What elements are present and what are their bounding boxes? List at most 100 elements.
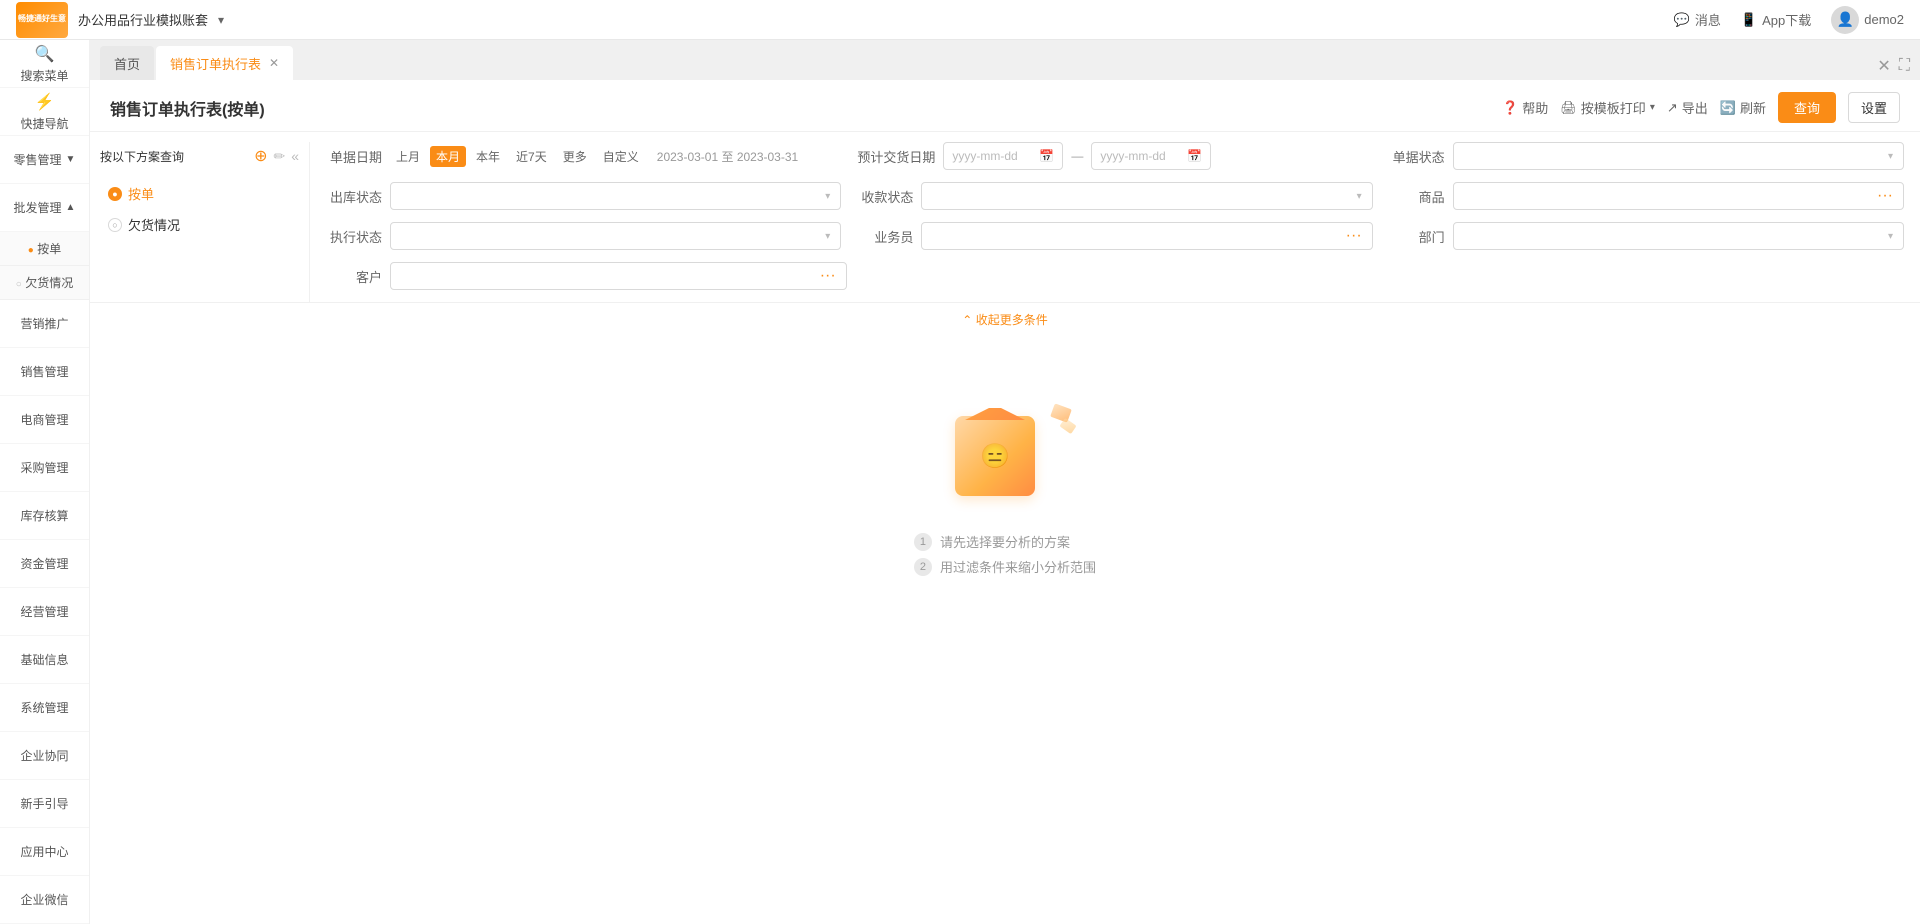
export-button[interactable]: ↗ 导出 xyxy=(1667,98,1708,117)
sidebar-item-enterprise[interactable]: 企业协同 xyxy=(0,732,89,780)
logo: 畅捷通好生意 xyxy=(16,2,68,38)
out-status-select[interactable]: ▾ xyxy=(390,182,841,210)
sidebar-item-purchase[interactable]: 采购管理 xyxy=(0,444,89,492)
expected-date-from-input[interactable]: yyyy-mm-dd 📅 xyxy=(943,142,1063,170)
tab-sales-exec[interactable]: 销售订单执行表 ✕ xyxy=(156,46,293,80)
sidebar-item-inventory[interactable]: 库存核算 xyxy=(0,492,89,540)
title-dropdown[interactable]: ▾ xyxy=(218,13,224,27)
sidebar-item-ecommerce[interactable]: 电商管理 xyxy=(0,396,89,444)
add-scheme-button[interactable]: ⊕ xyxy=(254,146,267,166)
search-icon: 🔍 xyxy=(35,44,55,64)
salesman-select[interactable]: ··· xyxy=(921,222,1372,250)
salesman-label: 业务员 xyxy=(857,227,913,246)
sidebar-item-wholesale[interactable]: 批发管理 ▲ xyxy=(0,184,89,232)
scheme-item-欠货情况[interactable]: ○ 欠货情况 xyxy=(100,209,299,240)
customer-select[interactable]: ··· xyxy=(390,262,847,290)
expected-date-to-input[interactable]: yyyy-mm-dd 📅 xyxy=(1091,142,1211,170)
help-icon: ❓ xyxy=(1502,100,1518,116)
preset-近7天[interactable]: 近7天 xyxy=(510,146,553,167)
window-close-icon[interactable]: ✕ xyxy=(1877,56,1890,76)
edit-scheme-button[interactable]: ✏ xyxy=(273,148,285,165)
customer-dots-icon[interactable]: ··· xyxy=(820,267,836,285)
sidebar-item-system[interactable]: 系统管理 xyxy=(0,684,89,732)
sidebar-item-basic[interactable]: 基础信息 xyxy=(0,636,89,684)
sidebar-sub-按单[interactable]: ● 按单 xyxy=(0,232,89,266)
recv-status-select[interactable]: ▾ xyxy=(921,182,1372,210)
recv-status-label: 收款状态 xyxy=(857,187,913,206)
refresh-button[interactable]: 🔄 刷新 xyxy=(1720,98,1766,117)
dept-select[interactable]: ▾ xyxy=(1453,222,1904,250)
tab-home[interactable]: 首页 xyxy=(100,46,154,80)
settings-button[interactable]: 设置 xyxy=(1848,92,1900,123)
content-area: 首页 销售订单执行表 ✕ ✕ ⛶ 销售订单执行表(按单) ❓ 帮助 xyxy=(90,40,1920,924)
date-label: 单据日期 xyxy=(326,147,382,166)
empty-state: 😑 1 请先选择要分析的方案 2 用过滤条件来缩小分析范围 xyxy=(90,336,1920,662)
sidebar-item-guide[interactable]: 新手引导 xyxy=(0,780,89,828)
preset-上月[interactable]: 上月 xyxy=(390,146,426,167)
expected-date-label: 预计交货日期 xyxy=(857,147,935,166)
date-filter: 上月 本月 本年 近7天 更多 自定义 2023-03-01 至 2023-03… xyxy=(390,146,798,167)
collapse-more-conditions[interactable]: ⌃ 收起更多条件 xyxy=(90,302,1920,336)
recv-status-arrow: ▾ xyxy=(1357,191,1362,202)
sidebar: 🔍 搜索菜单 ⚡ 快捷导航 零售管理 ▼ 批发管理 ▲ ● 按单 xyxy=(0,40,90,924)
exec-status-select[interactable]: ▾ xyxy=(390,222,841,250)
template-print-button[interactable]: 🖨 按模板打印 ▾ xyxy=(1560,98,1655,117)
filter-section: 按以下方案查询 ⊕ ✏ « ● 按单 ○ 欠货情况 xyxy=(90,132,1920,302)
chevron-up-icon: ▲ xyxy=(66,202,76,213)
empty-step-2: 2 用过滤条件来缩小分析范围 xyxy=(914,557,1096,576)
scheme-item-按单[interactable]: ● 按单 xyxy=(100,178,299,209)
user-avatar[interactable]: 👤 demo2 xyxy=(1831,6,1904,34)
empty-box-icon: 😑 xyxy=(955,416,1035,496)
calendar-to-icon: 📅 xyxy=(1187,149,1202,163)
goods-select[interactable]: ··· xyxy=(1453,182,1904,210)
doc-status-select[interactable]: ▾ xyxy=(1453,142,1904,170)
preset-本月[interactable]: 本月 xyxy=(430,146,466,167)
scheme-inactive-dot: ○ xyxy=(108,218,122,232)
sidebar-item-sales[interactable]: 销售管理 xyxy=(0,348,89,396)
filter-row-1: 单据日期 上月 本月 本年 近7天 更多 自定义 20 xyxy=(326,142,1904,170)
nav-icon: ⚡ xyxy=(35,92,55,112)
filter-row-3: 执行状态 ▾ 业务员 ··· xyxy=(326,222,1904,250)
collapse-scheme-button[interactable]: « xyxy=(291,148,299,164)
sidebar-item-operation[interactable]: 经营管理 xyxy=(0,588,89,636)
preset-更多[interactable]: 更多 xyxy=(557,146,593,167)
sidebar-quick-nav[interactable]: ⚡ 快捷导航 xyxy=(0,88,89,136)
page-content: 销售订单执行表(按单) ❓ 帮助 🖨 按模板打印 ▾ ↗ 导出 xyxy=(90,80,1920,924)
doc-status-label: 单据状态 xyxy=(1389,147,1445,166)
sidebar-search[interactable]: 🔍 搜索菜单 xyxy=(0,40,89,88)
tab-close-sales-exec[interactable]: ✕ xyxy=(269,56,279,70)
salesman-dots-icon[interactable]: ··· xyxy=(1346,227,1362,245)
wholesale-label: 批发管理 xyxy=(14,199,62,216)
page-header: 销售订单执行表(按单) ❓ 帮助 🖨 按模板打印 ▾ ↗ 导出 xyxy=(90,80,1920,132)
download-icon: 📱 xyxy=(1741,12,1757,28)
goods-dots-icon[interactable]: ··· xyxy=(1877,187,1893,205)
app-title: 办公用品行业模拟账套 xyxy=(78,10,208,29)
message-button[interactable]: 💬 消息 xyxy=(1674,10,1721,29)
step-2-number: 2 xyxy=(914,558,932,576)
preset-自定义[interactable]: 自定义 xyxy=(597,146,645,167)
scheme-panel-header: 按以下方案查询 ⊕ ✏ « xyxy=(100,142,299,170)
out-status-arrow: ▾ xyxy=(825,191,830,202)
chevron-up-icon: ⌃ xyxy=(962,313,972,327)
filter-right-panel: 单据日期 上月 本月 本年 近7天 更多 自定义 20 xyxy=(310,142,1920,302)
dept-arrow: ▾ xyxy=(1888,231,1893,242)
doc-status-arrow: ▾ xyxy=(1888,151,1893,162)
print-icon: 🖨 xyxy=(1560,100,1577,116)
sidebar-item-wechat[interactable]: 企业微信 xyxy=(0,876,89,924)
print-dropdown-icon: ▾ xyxy=(1650,102,1655,113)
sidebar-item-apps[interactable]: 应用中心 xyxy=(0,828,89,876)
empty-icon-container: 😑 xyxy=(955,416,1055,516)
refresh-icon: 🔄 xyxy=(1720,100,1736,116)
message-icon: 💬 xyxy=(1674,12,1690,28)
sidebar-item-marketing[interactable]: 营销推广 xyxy=(0,300,89,348)
sidebar-sub-欠货情况[interactable]: ○ 欠货情况 xyxy=(0,266,89,300)
sidebar-item-finance[interactable]: 资金管理 xyxy=(0,540,89,588)
sidebar-item-retail[interactable]: 零售管理 ▼ xyxy=(0,136,89,184)
app-download-button[interactable]: 📱 App下载 xyxy=(1741,10,1811,29)
query-button[interactable]: 查询 xyxy=(1778,92,1836,123)
preset-本年[interactable]: 本年 xyxy=(470,146,506,167)
help-button[interactable]: ❓ 帮助 xyxy=(1502,98,1548,117)
sidebar-group-wholesale: 批发管理 ▲ ● 按单 ○ 欠货情况 xyxy=(0,184,89,300)
window-maximize-icon[interactable]: ⛶ xyxy=(1899,57,1910,75)
goods-label: 商品 xyxy=(1389,187,1445,206)
